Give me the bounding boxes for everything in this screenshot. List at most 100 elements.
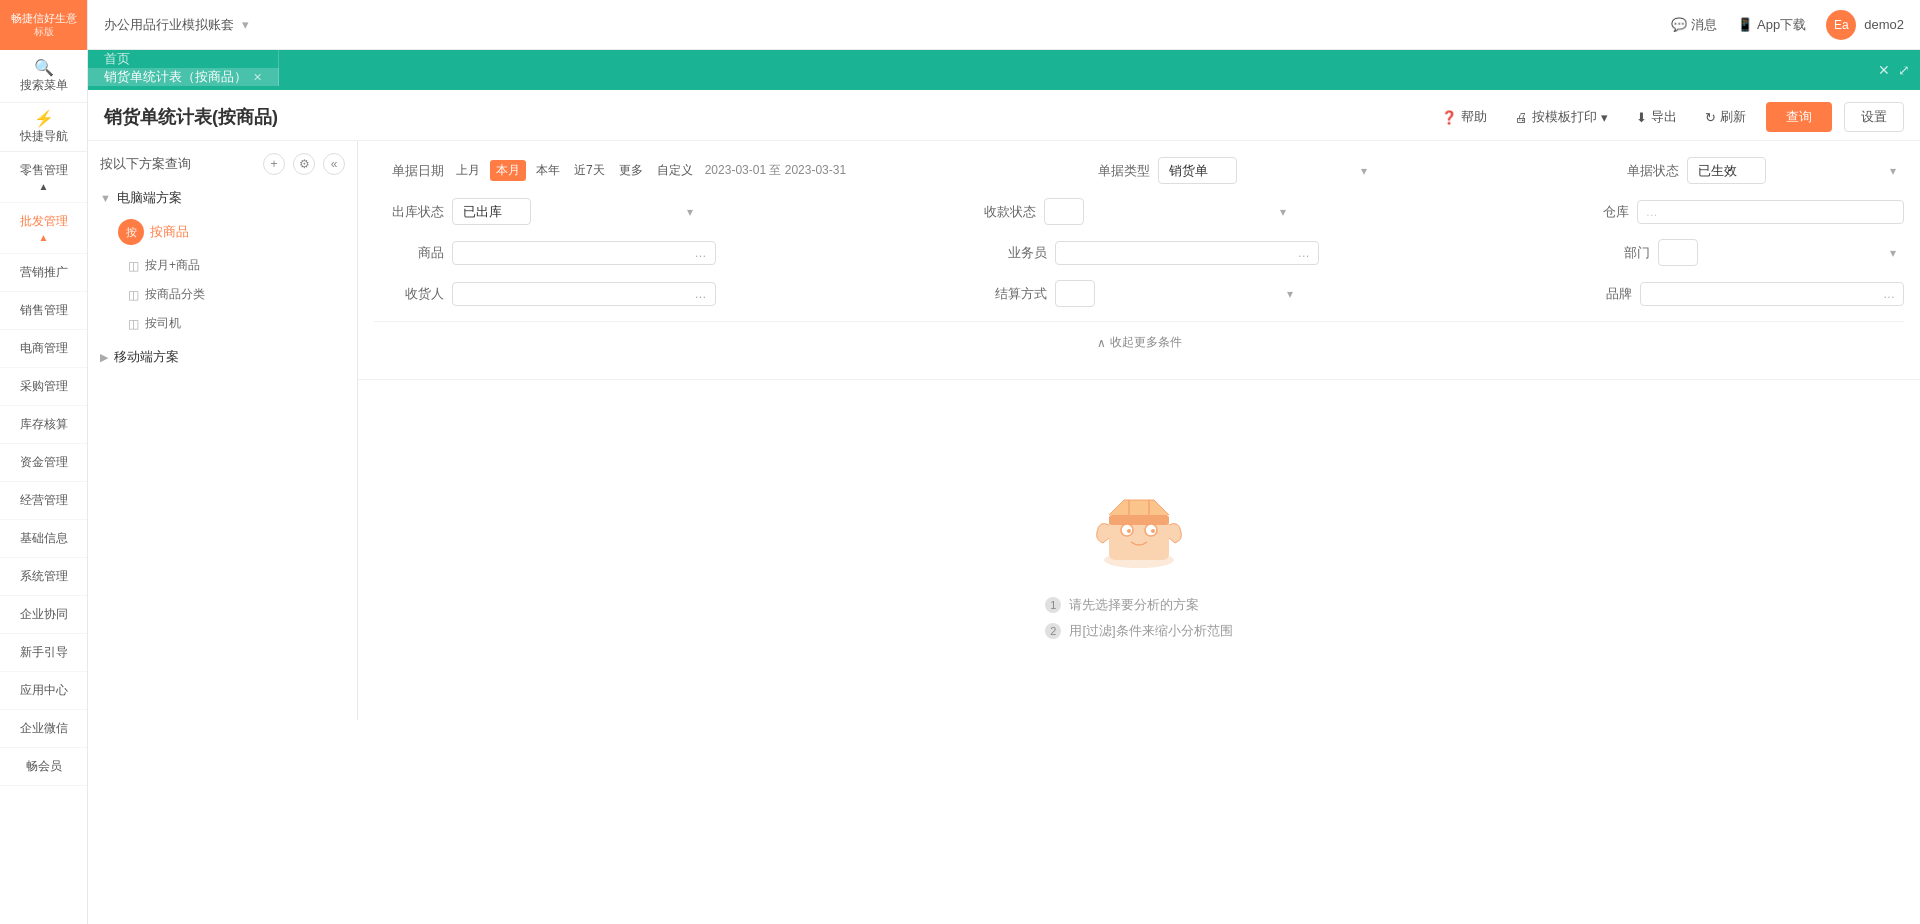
user-profile-btn[interactable]: Ea demo2 xyxy=(1826,10,1904,40)
sidebar-item-1[interactable]: 批发管理▲ xyxy=(0,203,87,254)
industry-selector-arrow[interactable]: ▾ xyxy=(242,17,249,32)
sidebar-item-14[interactable]: 企业微信 xyxy=(0,710,87,748)
export-icon: ⬇ xyxy=(1636,110,1647,125)
scheme-panel-header: 按以下方案查询 + ⚙ « xyxy=(88,153,357,183)
help-label: 帮助 xyxy=(1461,108,1487,126)
date-btn-this-year[interactable]: 本年 xyxy=(532,160,564,181)
brand-input[interactable]: … xyxy=(1640,282,1904,306)
scheme-sub-item-driver[interactable]: ◫ 按司机 xyxy=(88,309,357,338)
search-menu[interactable]: 🔍 搜索菜单 xyxy=(0,50,87,103)
query-button[interactable]: 查询 xyxy=(1766,102,1832,132)
sidebar-item-0[interactable]: 零售管理▲ xyxy=(0,152,87,203)
sidebar-item-10[interactable]: 系统管理 xyxy=(0,558,87,596)
date-btn-7days[interactable]: 近7天 xyxy=(570,160,609,181)
out-status-wrapper: 已出库 xyxy=(452,198,701,225)
date-quick-btns: 上月 本月 本年 近7天 更多 自定义 xyxy=(452,160,697,181)
recv-status-select[interactable] xyxy=(1044,198,1084,225)
collapse-btn[interactable]: ∧ 收起更多条件 xyxy=(1085,330,1194,355)
scheme-item-label: 按商品 xyxy=(150,223,189,241)
date-btn-more[interactable]: 更多 xyxy=(615,160,647,181)
sidebar-item-9[interactable]: 基础信息 xyxy=(0,520,87,558)
sidebar-item-13[interactable]: 应用中心 xyxy=(0,672,87,710)
page-inner: 销货单统计表(按商品) ❓ 帮助 🖨 按模板打印 ▾ ⬇ 导出 xyxy=(88,90,1920,924)
sidebar-item-8[interactable]: 经营管理 xyxy=(0,482,87,520)
date-btn-last-month[interactable]: 上月 xyxy=(452,160,484,181)
order-type-select[interactable]: 销货单 xyxy=(1158,157,1237,184)
sidebar-item-label-9: 基础信息 xyxy=(20,530,68,547)
date-btn-this-month[interactable]: 本月 xyxy=(490,160,526,181)
sidebar-item-5[interactable]: 采购管理 xyxy=(0,368,87,406)
date-btn-custom[interactable]: 自定义 xyxy=(653,160,697,181)
messages-btn[interactable]: 💬 消息 xyxy=(1671,16,1717,34)
scheme-sub-item-monthly[interactable]: ◫ 按月+商品 xyxy=(88,251,357,280)
sidebar-menu: 零售管理▲批发管理▲营销推广销售管理电商管理采购管理库存核算资金管理经营管理基础… xyxy=(0,152,87,786)
scheme-collapse-btn[interactable]: « xyxy=(323,153,345,175)
avatar: Ea xyxy=(1826,10,1856,40)
scheme-group-mobile: ▶ 移动端方案 xyxy=(88,342,357,372)
out-status-select[interactable]: 已出库 xyxy=(452,198,531,225)
sidebar-item-3[interactable]: 销售管理 xyxy=(0,292,87,330)
tab-item-0[interactable]: 首页 xyxy=(88,50,279,68)
date-label: 单据日期 xyxy=(374,162,444,180)
empty-tip-2: 2 用[过滤]条件来缩小分析范围 xyxy=(1045,622,1232,640)
app-logo[interactable]: 畅捷信好生意 标版 xyxy=(0,0,87,50)
sidebar-item-6[interactable]: 库存核算 xyxy=(0,406,87,444)
tip-2-text: 用[过滤]条件来缩小分析范围 xyxy=(1069,622,1232,640)
empty-tip-1: 1 请先选择要分析的方案 xyxy=(1045,596,1232,614)
tab-items: 首页销货单统计表（按商品） ✕ xyxy=(88,50,279,90)
empty-state: 1 请先选择要分析的方案 2 用[过滤]条件来缩小分析范围 xyxy=(358,380,1920,720)
tab-close-1[interactable]: ✕ xyxy=(253,71,262,84)
settlement-wrapper xyxy=(1055,280,1301,307)
scheme-group-desktop: ▼ 电脑端方案 按 按商品 ◫ 按月+商品 ◫ xyxy=(88,183,357,338)
filter-row-4: 收货人 … 结算方式 xyxy=(374,280,1904,307)
scheme-sub-item-category[interactable]: ◫ 按商品分类 xyxy=(88,280,357,309)
collapse-icon: « xyxy=(331,157,338,171)
sidebar-item-2[interactable]: 营销推广 xyxy=(0,254,87,292)
sidebar-item-label-12: 新手引导 xyxy=(20,644,68,661)
order-status-select[interactable]: 已生效 xyxy=(1687,157,1766,184)
sidebar-item-15[interactable]: 畅会员 xyxy=(0,748,87,786)
tab-label-1: 销货单统计表（按商品） xyxy=(104,68,247,86)
sidebar-item-11[interactable]: 企业协同 xyxy=(0,596,87,634)
refresh-icon: ↻ xyxy=(1705,110,1716,125)
product-input[interactable]: … xyxy=(452,241,716,265)
refresh-btn[interactable]: ↻ 刷新 xyxy=(1697,104,1754,130)
sidebar: 畅捷信好生意 标版 🔍 搜索菜单 ⚡ 快捷导航 零售管理▲批发管理▲营销推广销售… xyxy=(0,0,88,924)
tab-maximize-btn[interactable]: ⤢ xyxy=(1898,62,1910,78)
warehouse-input[interactable]: … xyxy=(1637,200,1904,224)
scheme-item-icon: 按 xyxy=(118,219,144,245)
tab-close-btn[interactable]: ✕ xyxy=(1878,62,1890,78)
print-arrow[interactable]: ▾ xyxy=(1601,110,1608,125)
scheme-add-btn[interactable]: + xyxy=(263,153,285,175)
search-menu-label: 搜索菜单 xyxy=(6,77,81,94)
sidebar-item-label-6: 库存核算 xyxy=(20,416,68,433)
quick-nav[interactable]: ⚡ 快捷导航 xyxy=(0,103,87,152)
filter-panel: 单据日期 上月 本月 本年 近7天 更多 自定义 2023-03-01 至 20… xyxy=(358,141,1920,379)
sidebar-item-4[interactable]: 电商管理 xyxy=(0,330,87,368)
group-label: 移动端方案 xyxy=(114,348,179,366)
content-layout: 按以下方案查询 + ⚙ « xyxy=(88,141,1920,720)
scheme-group-desktop-header[interactable]: ▼ 电脑端方案 xyxy=(88,183,357,213)
sidebar-item-7[interactable]: 资金管理 xyxy=(0,444,87,482)
export-btn[interactable]: ⬇ 导出 xyxy=(1628,104,1685,130)
order-type-wrapper: 销货单 xyxy=(1158,157,1375,184)
tip-1-num: 1 xyxy=(1045,597,1061,613)
scheme-group-mobile-header[interactable]: ▶ 移动端方案 xyxy=(88,342,357,372)
print-btn[interactable]: 🖨 按模板打印 ▾ xyxy=(1507,104,1616,130)
salesperson-input[interactable]: … xyxy=(1055,241,1319,265)
help-btn[interactable]: ❓ 帮助 xyxy=(1433,104,1495,130)
settlement-select[interactable] xyxy=(1055,280,1095,307)
industry-selector-label[interactable]: 办公用品行业模拟账套 xyxy=(104,16,234,34)
sidebar-item-12[interactable]: 新手引导 xyxy=(0,634,87,672)
scheme-item-by-product[interactable]: 按 按商品 xyxy=(88,213,357,251)
department-select[interactable] xyxy=(1658,239,1698,266)
settings-button[interactable]: 设置 xyxy=(1844,102,1904,132)
user-name: demo2 xyxy=(1864,17,1904,32)
sub-item-label: 按商品分类 xyxy=(145,286,205,303)
header-right: 💬 消息 📱 App下载 Ea demo2 xyxy=(1671,10,1904,40)
scheme-edit-btn[interactable]: ⚙ xyxy=(293,153,315,175)
sidebar-item-label-7: 资金管理 xyxy=(20,454,68,471)
tab-item-1[interactable]: 销货单统计表（按商品） ✕ xyxy=(88,68,279,86)
recipient-input[interactable]: … xyxy=(452,282,716,306)
app-download-btn[interactable]: 📱 App下载 xyxy=(1737,16,1806,34)
